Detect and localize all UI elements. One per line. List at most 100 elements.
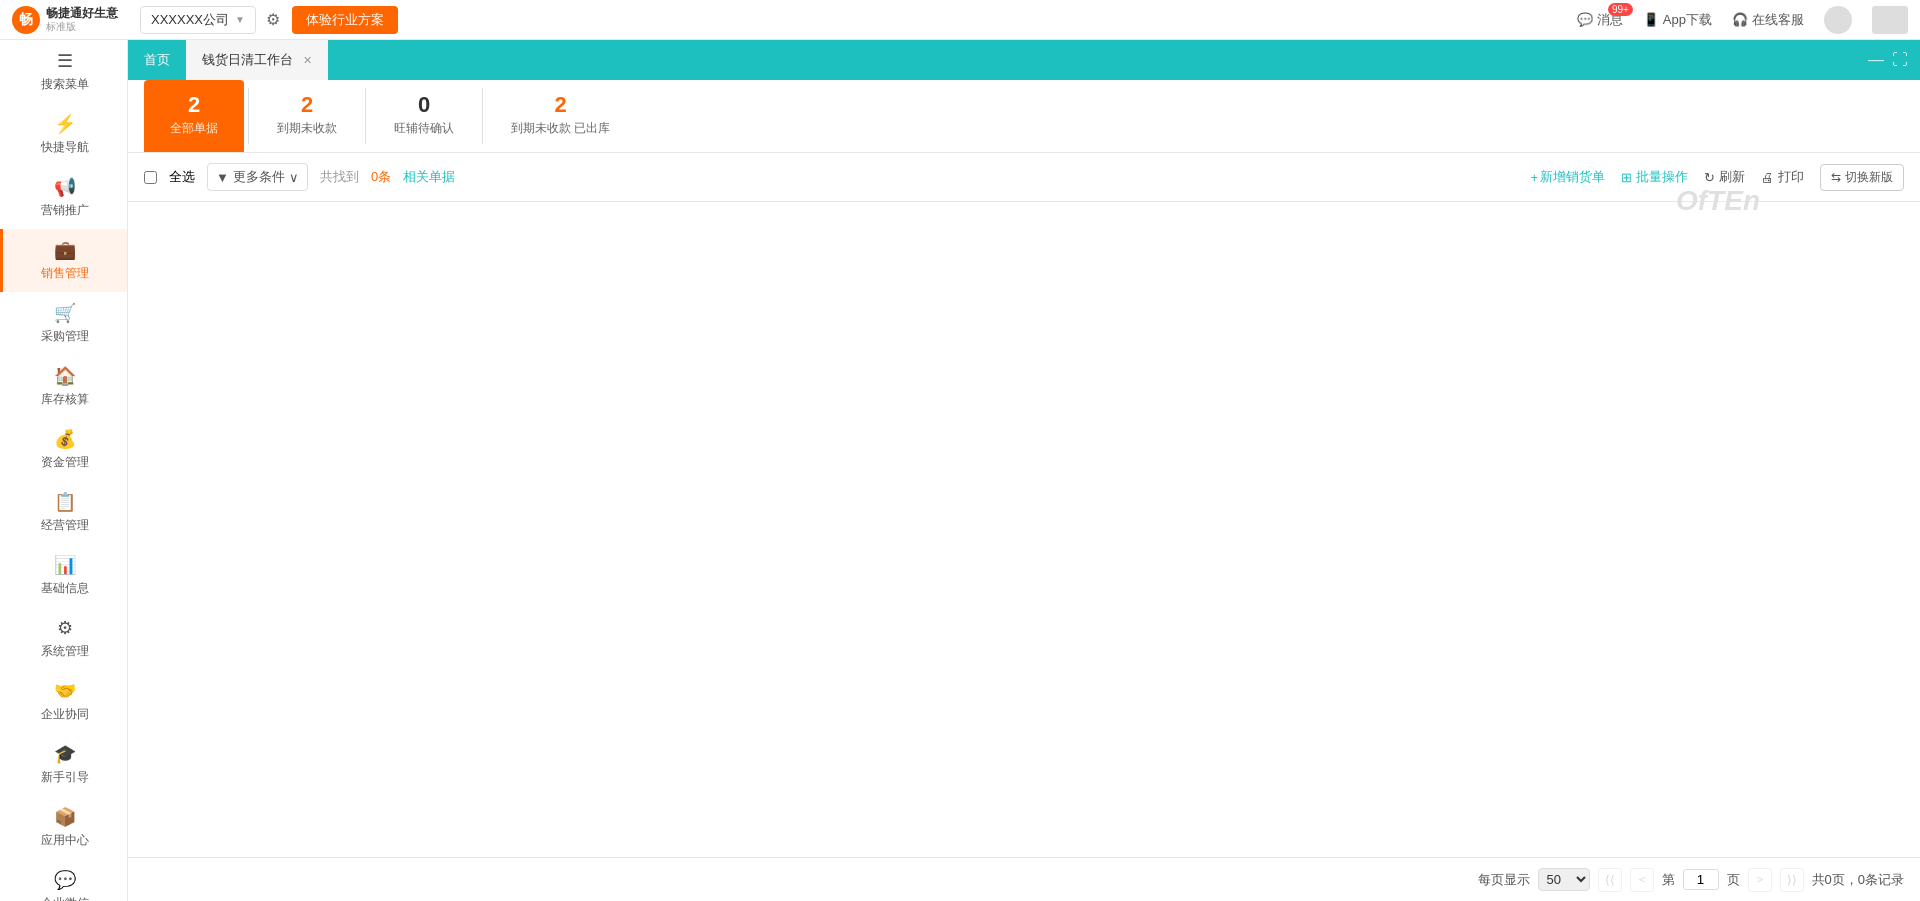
logo-text: 畅捷通好生意 标准版 (46, 6, 118, 32)
stats-divider-3 (482, 88, 483, 144)
quicknav-icon: ⚡ (54, 113, 76, 135)
add-label: 新增销货单 (1540, 168, 1605, 186)
page-suffix: 页 (1727, 871, 1740, 889)
sidebar-item-label: 新手引导 (41, 769, 89, 786)
tab-maximize-icon[interactable]: ⛶ (1892, 51, 1908, 69)
stats-count-wangpu: 0 (418, 92, 430, 118)
sidebar-item-sales[interactable]: 💼 销售管理 (0, 229, 127, 292)
purchase-icon: 🛒 (54, 302, 76, 324)
sidebar-item-label: 系统管理 (41, 643, 89, 660)
sidebar-item-label: 销售管理 (41, 265, 89, 282)
sidebar-item-quicknav[interactable]: ⚡ 快捷导航 (0, 103, 127, 166)
stats-count-all: 2 (188, 92, 200, 118)
inventory-icon: 🏠 (54, 365, 76, 387)
company-selector[interactable]: XXXXXX公司 ▼ (140, 6, 256, 34)
switch-label: 切换新版 (1845, 169, 1893, 186)
toolbar-right: + 新增销货单 ⊞ 批量操作 ↻ 刷新 🖨 打印 (1530, 164, 1904, 191)
top-header: 畅 畅捷通好生意 标准版 XXXXXX公司 ▼ ⚙ 体验行业方案 💬 消息 99… (0, 0, 1920, 40)
operations-icon: 📋 (54, 491, 76, 513)
tab-home-label: 首页 (144, 51, 170, 69)
print-label: 打印 (1778, 168, 1804, 186)
switch-icon: ⇆ (1831, 170, 1841, 184)
tab-minimize-icon[interactable]: — (1868, 51, 1884, 69)
stats-tab-overdue[interactable]: 2 到期未收款 (253, 80, 361, 152)
refresh-button[interactable]: ↻ 刷新 (1704, 168, 1745, 186)
sidebar-item-inventory[interactable]: 🏠 库存核算 (0, 355, 127, 418)
messages-badge: 99+ (1608, 3, 1633, 16)
page-next-button[interactable]: ＞ (1748, 868, 1772, 892)
sidebar-item-wechat[interactable]: 💬 企业微信 (0, 859, 127, 901)
stats-divider-2 (365, 88, 366, 144)
add-icon: + (1530, 170, 1538, 185)
sidebar-item-appstore[interactable]: 📦 应用中心 (0, 796, 127, 859)
total-records-label: 共0页，0条记录 (1812, 871, 1904, 889)
stats-tab-shipped[interactable]: 2 到期未收款 已出库 (487, 80, 634, 152)
page-number-input[interactable] (1683, 869, 1719, 890)
online-service-label: 在线客服 (1752, 11, 1804, 29)
print-icon: 🖨 (1761, 170, 1774, 185)
sidebar-item-label: 营销推广 (41, 202, 89, 219)
guide-icon: 🎓 (54, 743, 76, 765)
sidebar-item-label: 经营管理 (41, 517, 89, 534)
avatar[interactable] (1824, 6, 1852, 34)
logo-sub: 标准版 (46, 21, 118, 33)
stats-tab-wangpu[interactable]: 0 旺辅待确认 (370, 80, 478, 152)
settings-icon[interactable]: ⚙ (266, 10, 280, 29)
print-button[interactable]: 🖨 打印 (1761, 168, 1804, 186)
page-first-button[interactable]: ⟨⟨ (1598, 868, 1622, 892)
add-sales-order-button[interactable]: + 新增销货单 (1530, 168, 1605, 186)
sidebar-item-finance[interactable]: 💰 资金管理 (0, 418, 127, 481)
sales-icon: 💼 (54, 239, 76, 261)
sidebar-item-label: 应用中心 (41, 832, 89, 849)
sidebar-item-operations[interactable]: 📋 经营管理 (0, 481, 127, 544)
stats-label-overdue: 到期未收款 (277, 120, 337, 137)
service-icon: 🎧 (1732, 12, 1748, 27)
page-last-button[interactable]: ⟩⟩ (1780, 868, 1804, 892)
appstore-icon: 📦 (54, 806, 76, 828)
search-menu-icon: ☰ (57, 50, 73, 72)
messages-button[interactable]: 💬 消息 99+ (1577, 11, 1623, 29)
filter-label: 更多条件 (233, 168, 285, 186)
toolbar: 全选 ▼ 更多条件 ∨ 共找到 0条 相关单据 + 新增销货单 ⊞ 批量操 (128, 153, 1920, 202)
per-page-select[interactable]: 50 100 200 (1538, 868, 1590, 891)
sidebar-item-basics[interactable]: 📊 基础信息 (0, 544, 127, 607)
sidebar-item-marketing[interactable]: 📢 营销推广 (0, 166, 127, 229)
finance-icon: 💰 (54, 428, 76, 450)
tab-workbench[interactable]: 钱货日清工作台 ✕ (186, 40, 328, 80)
online-service-button[interactable]: 🎧 在线客服 (1732, 11, 1804, 29)
sidebar-item-label: 搜索菜单 (41, 76, 89, 93)
sidebar-item-system[interactable]: ⚙ 系统管理 (0, 607, 127, 670)
sidebar-item-collab[interactable]: 🤝 企业协同 (0, 670, 127, 733)
stats-count-overdue: 2 (301, 92, 313, 118)
tab-bar-actions: — ⛶ (1868, 51, 1920, 69)
app-download-button[interactable]: 📱 App下载 (1643, 11, 1712, 29)
select-all-checkbox[interactable] (144, 171, 157, 184)
related-link[interactable]: 相关单据 (403, 168, 455, 186)
trial-button[interactable]: 体验行业方案 (292, 6, 398, 34)
tab-workbench-label: 钱货日清工作台 (202, 51, 293, 69)
refresh-label: 刷新 (1719, 168, 1745, 186)
stats-tab-all[interactable]: 2 全部单据 (144, 80, 244, 152)
wechat-icon: 💬 (54, 869, 76, 891)
logo-name: 畅捷通好生意 (46, 6, 118, 20)
switch-new-version-button[interactable]: ⇆ 切换新版 (1820, 164, 1904, 191)
sidebar-item-label: 企业协同 (41, 706, 89, 723)
tab-home[interactable]: 首页 (128, 40, 186, 80)
tab-close-icon[interactable]: ✕ (303, 54, 312, 67)
sidebar-item-purchase[interactable]: 🛒 采购管理 (0, 292, 127, 355)
marketing-icon: 📢 (54, 176, 76, 198)
batch-operation-button[interactable]: ⊞ 批量操作 (1621, 168, 1688, 186)
pagination: 每页显示 50 100 200 ⟨⟨ ＜ 第 页 ＞ ⟩⟩ 共0页，0条记录 (128, 857, 1920, 901)
user-name-area[interactable] (1872, 6, 1908, 34)
table-area (128, 202, 1920, 857)
sidebar-item-search[interactable]: ☰ 搜索菜单 (0, 40, 127, 103)
batch-label: 批量操作 (1636, 168, 1688, 186)
page-prev-button[interactable]: ＜ (1630, 868, 1654, 892)
filter-button[interactable]: ▼ 更多条件 ∨ (207, 163, 308, 191)
sidebar-item-guide[interactable]: 🎓 新手引导 (0, 733, 127, 796)
system-icon: ⚙ (57, 617, 73, 639)
logo-area: 畅 畅捷通好生意 标准版 (12, 6, 140, 34)
message-icon: 💬 (1577, 12, 1593, 27)
app-download-label: App下载 (1663, 11, 1712, 29)
download-icon: 📱 (1643, 12, 1659, 27)
